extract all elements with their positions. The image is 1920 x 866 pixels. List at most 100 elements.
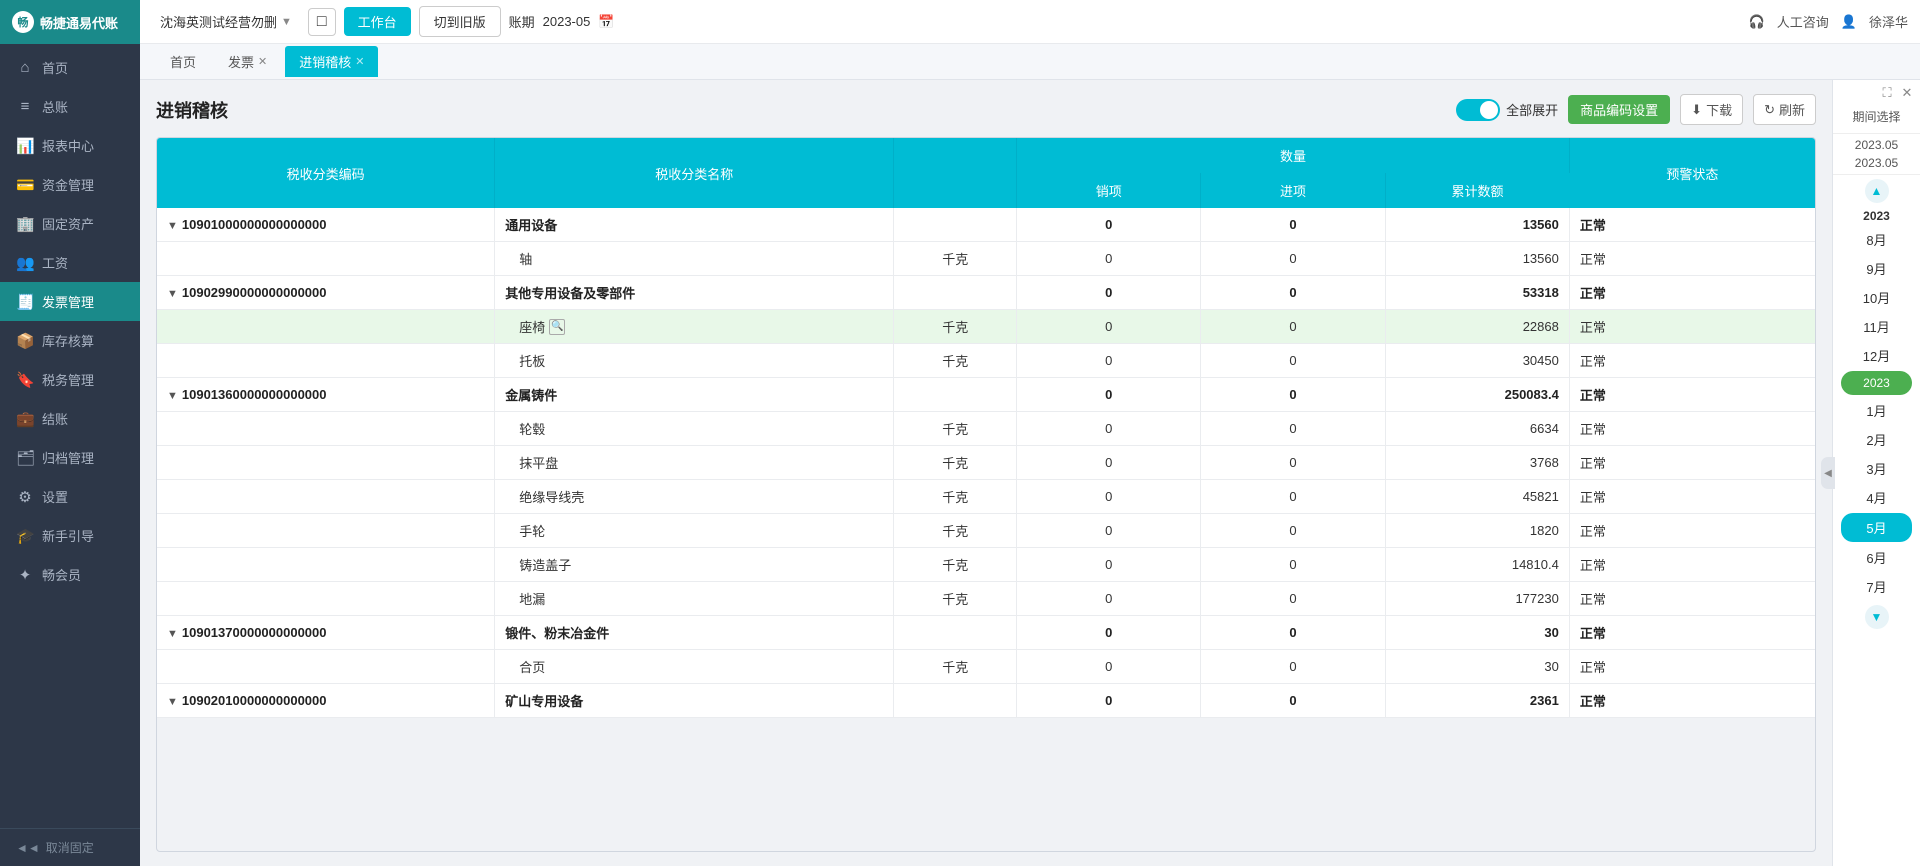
month-8[interactable]: 8月 <box>1833 225 1920 254</box>
month-7[interactable]: 7月 <box>1833 572 1920 601</box>
cell-status: 正常 <box>1569 616 1815 650</box>
tab-home[interactable]: 首页 <box>156 46 210 77</box>
sidebar-item-report[interactable]: 📊 报表中心 <box>0 126 140 165</box>
settings-icon: ⚙ <box>16 488 34 506</box>
panel-expand-button[interactable]: ⛶ <box>1878 84 1896 102</box>
cell-tax-code <box>157 548 495 582</box>
expand-icon[interactable]: ▼ <box>167 390 178 402</box>
panel-close-button[interactable]: ✕ <box>1898 84 1916 102</box>
month-5[interactable]: 5月 <box>1841 513 1912 542</box>
cell-sales: 0 <box>1017 684 1201 718</box>
table-row: 抹平盘千克003768正常 <box>157 446 1815 480</box>
expand-all-toggle[interactable] <box>1456 99 1500 121</box>
selected-period-1: 2023.05 <box>1833 134 1920 156</box>
download-button[interactable]: ⬇ 下载 <box>1680 94 1743 125</box>
expand-icon[interactable]: ▼ <box>167 220 178 232</box>
cell-sales: 0 <box>1017 548 1201 582</box>
cell-status: 正常 <box>1569 480 1815 514</box>
product-code-button[interactable]: 商品编码设置 <box>1568 95 1670 124</box>
cell-sales: 0 <box>1017 446 1201 480</box>
cell-tax-code <box>157 446 495 480</box>
panel-prev-button[interactable]: ▲ <box>1865 179 1889 203</box>
switch-version-button[interactable]: 切到旧版 <box>419 6 501 37</box>
month-6[interactable]: 6月 <box>1833 543 1920 572</box>
data-table: 税收分类编码 税收分类名称 数量 预警状态 销项 进项 累计数额 <box>157 138 1815 718</box>
cell-tax-name: 手轮 <box>495 514 894 548</box>
month-11[interactable]: 11月 <box>1833 312 1920 341</box>
month-3[interactable]: 3月 <box>1833 454 1920 483</box>
expand-icon[interactable]: ▼ <box>167 696 178 708</box>
pin-icon: ◄◄ <box>16 841 40 855</box>
row-search-icon[interactable]: 🔍 <box>549 319 565 335</box>
cell-purchase: 0 <box>1201 480 1385 514</box>
cell-sales: 0 <box>1017 242 1201 276</box>
cell-sales: 0 <box>1017 480 1201 514</box>
sidebar-item-member[interactable]: ✦ 畅会员 <box>0 555 140 594</box>
month-10[interactable]: 10月 <box>1833 283 1920 312</box>
cell-total: 45821 <box>1385 480 1569 514</box>
cell-unit: 千克 <box>894 344 1017 378</box>
cell-tax-code <box>157 582 495 616</box>
invoice-icon: 🧾 <box>16 293 34 311</box>
panel-next-button[interactable]: ▼ <box>1865 605 1889 629</box>
topbar-right: 🎧 人工咨询 👤 徐泽华 <box>1749 12 1908 31</box>
cell-sales: 0 <box>1017 616 1201 650</box>
sidebar-item-ledger[interactable]: ≡ 总账 <box>0 87 140 126</box>
support-label[interactable]: 人工咨询 <box>1777 12 1829 31</box>
refresh-button[interactable]: ↻ 刷新 <box>1753 94 1816 125</box>
sidebar-item-assets[interactable]: 🏢 固定资产 <box>0 204 140 243</box>
table-row: ▼10901360000000000000金属铸件00250083.4正常 <box>157 378 1815 412</box>
cell-purchase: 0 <box>1201 514 1385 548</box>
user-name[interactable]: 徐泽华 <box>1869 12 1908 31</box>
company-dropdown-icon: ▼ <box>281 16 292 28</box>
sidebar-item-tax[interactable]: 🔖 税务管理 <box>0 360 140 399</box>
logo-icon: 畅 <box>12 11 34 33</box>
expand-icon[interactable]: ▼ <box>167 288 178 300</box>
company-selector[interactable]: 沈海英测试经营勿删 ▼ <box>152 8 300 35</box>
cell-purchase: 0 <box>1201 344 1385 378</box>
sidebar-item-salary[interactable]: 👥 工资 <box>0 243 140 282</box>
workbench-button[interactable]: 工作台 <box>344 7 411 36</box>
cell-status: 正常 <box>1569 378 1815 412</box>
cell-purchase: 0 <box>1201 378 1385 412</box>
save-draft-button[interactable]: □ <box>308 8 336 36</box>
cell-status: 正常 <box>1569 412 1815 446</box>
cell-tax-name: 其他专用设备及零部件 <box>495 276 894 310</box>
month-9[interactable]: 9月 <box>1833 254 1920 283</box>
tab-home-label: 首页 <box>170 52 196 71</box>
tab-reconcile-close[interactable]: ✕ <box>355 55 364 68</box>
expand-icon[interactable]: ▼ <box>167 628 178 640</box>
cell-tax-code <box>157 344 495 378</box>
month-4[interactable]: 4月 <box>1833 483 1920 512</box>
panel-collapse-button[interactable]: ◀ <box>1821 457 1835 489</box>
cell-sales: 0 <box>1017 276 1201 310</box>
cell-unit: 千克 <box>894 514 1017 548</box>
sidebar-item-settle[interactable]: 💼 结账 <box>0 399 140 438</box>
sidebar-item-settings[interactable]: ⚙ 设置 <box>0 477 140 516</box>
sidebar-item-archive[interactable]: 🗂 归档管理 <box>0 438 140 477</box>
sidebar-item-guide[interactable]: 🎓 新手引导 <box>0 516 140 555</box>
sidebar: 畅 畅捷通易代账 ⌂ 首页 ≡ 总账 📊 报表中心 💳 资金管理 🏢 固定资产 … <box>0 0 140 866</box>
tab-invoice[interactable]: 发票 ✕ <box>214 46 281 77</box>
table-row: 轴千克0013560正常 <box>157 242 1815 276</box>
month-1[interactable]: 1月 <box>1833 396 1920 425</box>
sidebar-item-home[interactable]: ⌂ 首页 <box>0 48 140 87</box>
cell-status: 正常 <box>1569 310 1815 344</box>
th-tax-name: 税收分类名称 <box>495 138 894 208</box>
th-warning: 预警状态 <box>1569 138 1815 208</box>
tab-invoice-close[interactable]: ✕ <box>258 55 267 68</box>
sidebar-item-finance[interactable]: 💳 资金管理 <box>0 165 140 204</box>
cell-purchase: 0 <box>1201 412 1385 446</box>
cell-purchase: 0 <box>1201 582 1385 616</box>
month-12[interactable]: 12月 <box>1833 341 1920 370</box>
table-row: ▼10901000000000000000通用设备0013560正常 <box>157 208 1815 242</box>
month-2[interactable]: 2月 <box>1833 425 1920 454</box>
sidebar-unpin[interactable]: ◄◄ 取消固定 <box>0 828 140 866</box>
cell-status: 正常 <box>1569 344 1815 378</box>
calendar-icon[interactable]: 📅 <box>598 14 614 30</box>
guide-icon: 🎓 <box>16 527 34 545</box>
tab-reconcile[interactable]: 进销稽核 ✕ <box>285 46 378 77</box>
sidebar-item-invoice[interactable]: 🧾 发票管理 <box>0 282 140 321</box>
sidebar-item-inventory[interactable]: 📦 库存核算 <box>0 321 140 360</box>
cell-tax-name: 金属铸件 <box>495 378 894 412</box>
